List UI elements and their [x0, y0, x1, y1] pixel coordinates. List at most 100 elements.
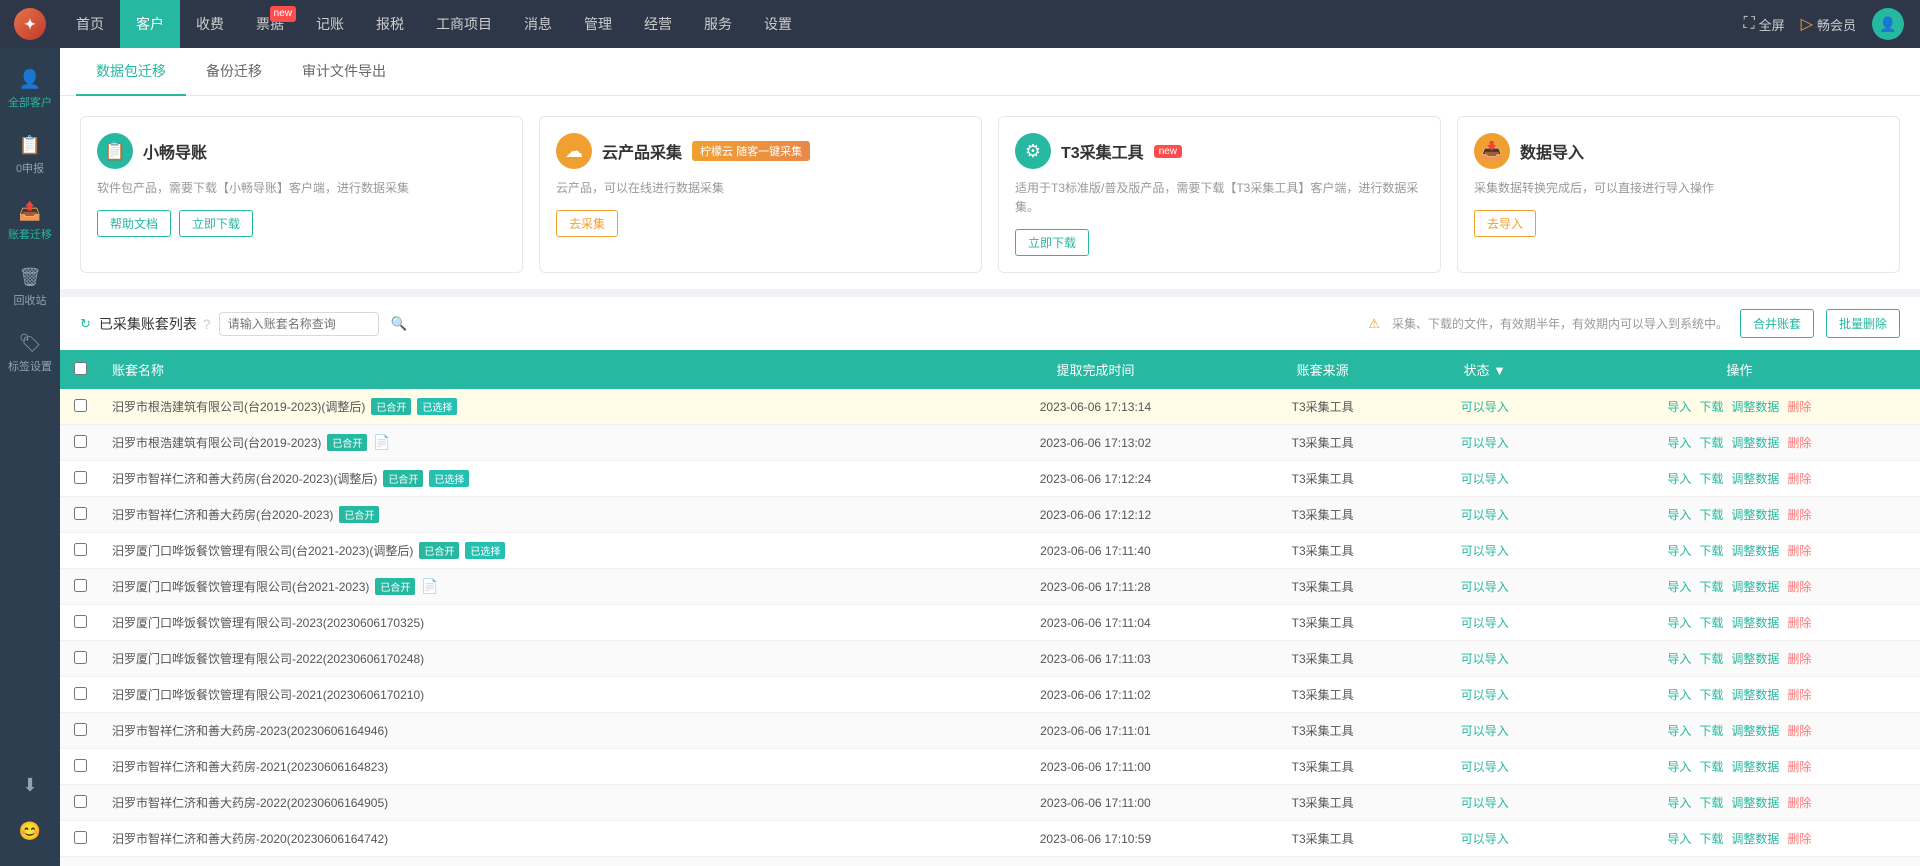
action-import[interactable]: 导入	[1667, 616, 1691, 630]
row-checkbox[interactable]	[74, 507, 87, 520]
nav-tax[interactable]: 报税	[360, 0, 420, 48]
action-delete[interactable]: 删除	[1787, 796, 1811, 810]
action-adjust[interactable]: 调整数据	[1731, 580, 1779, 594]
row-checkbox[interactable]	[74, 795, 87, 808]
nav-operations[interactable]: 经营	[628, 0, 688, 48]
sidebar-item-account-migration[interactable]: 📤 账套迁移	[0, 188, 60, 254]
cloud-collect-btn[interactable]: 去采集	[556, 210, 618, 237]
tab-data-migration[interactable]: 数据包迁移	[76, 48, 186, 96]
nav-messages[interactable]: 消息	[508, 0, 568, 48]
xiaochang-download-btn[interactable]: 立即下载	[179, 210, 253, 237]
action-import[interactable]: 导入	[1667, 436, 1691, 450]
action-import[interactable]: 导入	[1667, 544, 1691, 558]
nav-bookkeeping[interactable]: 记账	[300, 0, 360, 48]
info-help-icon[interactable]: ?	[203, 316, 211, 332]
row-checkbox-cell[interactable]	[60, 749, 100, 785]
action-delete[interactable]: 删除	[1787, 436, 1811, 450]
search-button[interactable]: 🔍	[387, 312, 412, 336]
action-delete[interactable]: 删除	[1787, 724, 1811, 738]
sidebar-item-recycle[interactable]: 🗑 回收站	[0, 254, 60, 320]
action-delete[interactable]: 删除	[1787, 544, 1811, 558]
action-import[interactable]: 导入	[1667, 580, 1691, 594]
action-delete[interactable]: 删除	[1787, 652, 1811, 666]
nav-management[interactable]: 管理	[568, 0, 628, 48]
action-import[interactable]: 导入	[1667, 724, 1691, 738]
action-delete[interactable]: 删除	[1787, 472, 1811, 486]
action-delete[interactable]: 删除	[1787, 508, 1811, 522]
action-adjust[interactable]: 调整数据	[1731, 616, 1779, 630]
action-delete[interactable]: 删除	[1787, 400, 1811, 414]
sidebar-help[interactable]: 😊	[0, 808, 60, 854]
xiaochang-help-btn[interactable]: 帮助文档	[97, 210, 171, 237]
action-import[interactable]: 导入	[1667, 472, 1691, 486]
nav-bills[interactable]: 票据new	[240, 0, 300, 48]
member-button[interactable]: ▷ 畅会员	[1801, 14, 1856, 34]
row-checkbox[interactable]	[74, 543, 87, 556]
action-delete[interactable]: 删除	[1787, 580, 1811, 594]
action-adjust[interactable]: 调整数据	[1731, 724, 1779, 738]
sidebar-download[interactable]: ⬇	[0, 762, 60, 808]
sidebar-item-tags[interactable]: 🏷 标签设置	[0, 320, 60, 386]
user-avatar[interactable]: 👤	[1872, 8, 1904, 40]
action-download[interactable]: 下载	[1699, 652, 1723, 666]
row-checkbox-cell[interactable]	[60, 821, 100, 857]
refresh-icon[interactable]: ↻	[80, 316, 91, 332]
action-adjust[interactable]: 调整数据	[1731, 400, 1779, 414]
row-checkbox-cell[interactable]	[60, 497, 100, 533]
action-delete[interactable]: 删除	[1787, 688, 1811, 702]
action-adjust[interactable]: 调整数据	[1731, 796, 1779, 810]
action-download[interactable]: 下载	[1699, 688, 1723, 702]
row-checkbox-cell[interactable]	[60, 461, 100, 497]
action-download[interactable]: 下载	[1699, 544, 1723, 558]
action-adjust[interactable]: 调整数据	[1731, 508, 1779, 522]
row-checkbox[interactable]	[74, 471, 87, 484]
header-checkbox[interactable]	[60, 350, 100, 389]
action-import[interactable]: 导入	[1667, 508, 1691, 522]
row-checkbox-cell[interactable]	[60, 389, 100, 425]
row-checkbox[interactable]	[74, 399, 87, 412]
nav-services[interactable]: 服务	[688, 0, 748, 48]
row-checkbox-cell[interactable]	[60, 713, 100, 749]
action-download[interactable]: 下载	[1699, 580, 1723, 594]
action-download[interactable]: 下载	[1699, 472, 1723, 486]
fullscreen-button[interactable]: ⛶ 全屏	[1743, 15, 1784, 34]
sidebar-item-zero-report[interactable]: 📋 0申报	[0, 122, 60, 188]
row-checkbox-cell[interactable]	[60, 677, 100, 713]
sidebar-item-all-customers[interactable]: 👤 全部客户	[0, 56, 60, 122]
row-checkbox-cell[interactable]	[60, 641, 100, 677]
row-checkbox[interactable]	[74, 579, 87, 592]
action-import[interactable]: 导入	[1667, 796, 1691, 810]
action-adjust[interactable]: 调整数据	[1731, 832, 1779, 846]
nav-customers[interactable]: 客户	[120, 0, 180, 48]
row-checkbox[interactable]	[74, 615, 87, 628]
nav-settings[interactable]: 设置	[748, 0, 808, 48]
row-checkbox[interactable]	[74, 435, 87, 448]
action-download[interactable]: 下载	[1699, 616, 1723, 630]
row-checkbox-cell[interactable]	[60, 533, 100, 569]
tab-backup-migration[interactable]: 备份迁移	[186, 48, 282, 96]
bulk-delete-btn[interactable]: 批量删除	[1826, 309, 1900, 338]
row-checkbox[interactable]	[74, 759, 87, 772]
select-all-checkbox[interactable]	[74, 362, 87, 375]
action-download[interactable]: 下载	[1699, 760, 1723, 774]
action-download[interactable]: 下载	[1699, 832, 1723, 846]
action-adjust[interactable]: 调整数据	[1731, 652, 1779, 666]
action-import[interactable]: 导入	[1667, 688, 1691, 702]
row-checkbox[interactable]	[74, 651, 87, 664]
action-adjust[interactable]: 调整数据	[1731, 688, 1779, 702]
logo[interactable]: ✦	[0, 0, 60, 48]
import-go-btn[interactable]: 去导入	[1474, 210, 1536, 237]
row-checkbox-cell[interactable]	[60, 857, 100, 866]
search-input[interactable]	[219, 312, 379, 336]
row-checkbox[interactable]	[74, 687, 87, 700]
action-download[interactable]: 下载	[1699, 436, 1723, 450]
action-download[interactable]: 下载	[1699, 400, 1723, 414]
action-delete[interactable]: 删除	[1787, 616, 1811, 630]
action-adjust[interactable]: 调整数据	[1731, 760, 1779, 774]
action-import[interactable]: 导入	[1667, 652, 1691, 666]
action-import[interactable]: 导入	[1667, 832, 1691, 846]
action-adjust[interactable]: 调整数据	[1731, 544, 1779, 558]
row-checkbox-cell[interactable]	[60, 569, 100, 605]
nav-fees[interactable]: 收费	[180, 0, 240, 48]
action-adjust[interactable]: 调整数据	[1731, 472, 1779, 486]
